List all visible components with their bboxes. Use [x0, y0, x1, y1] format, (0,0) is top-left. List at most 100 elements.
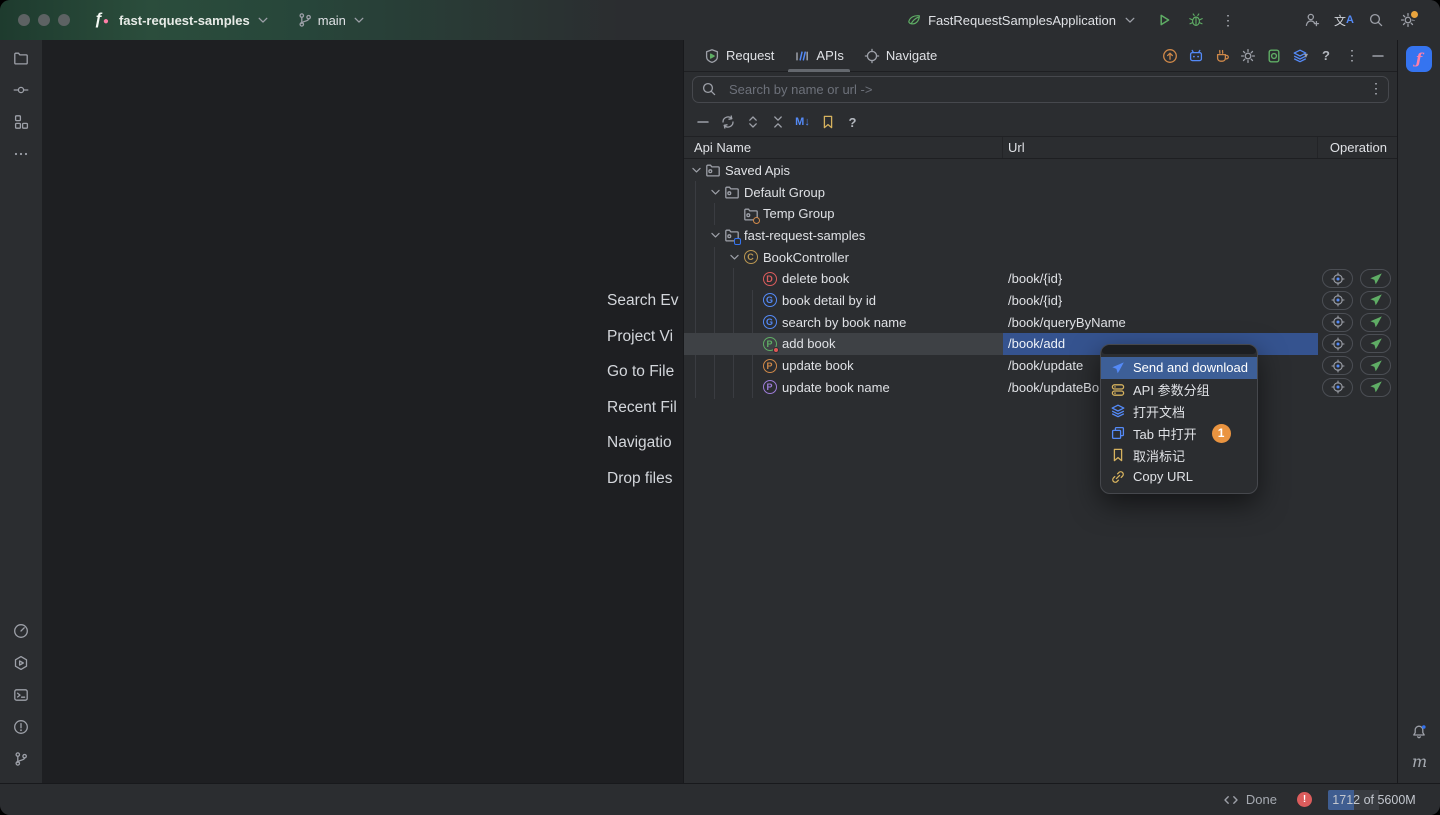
tree-row-api-book-detail-by-id[interactable]: Gbook detail by id/book/{id} [684, 290, 1397, 312]
search-input[interactable] [692, 76, 1389, 103]
tree-row-api-add-book[interactable]: Padd book/book/add [684, 333, 1397, 355]
menu-open-doc[interactable]: 打开文档 [1101, 401, 1257, 423]
url-cell[interactable]: /book/{id} [1003, 268, 1318, 290]
settings-button[interactable] [1392, 6, 1424, 34]
zoom-button[interactable] [58, 14, 70, 26]
more-tools[interactable] [0, 138, 42, 170]
help-button[interactable]: ? [840, 110, 865, 134]
url-cell[interactable] [1003, 181, 1318, 203]
robot-button[interactable] [1183, 43, 1209, 69]
tree-row-default-group[interactable]: Default Group [684, 181, 1397, 203]
more-actions-button[interactable]: ⋮ [1212, 6, 1244, 34]
send-button[interactable] [1360, 334, 1391, 354]
tree-row-api-update-book-name[interactable]: Pupdate book name/book/updateBo [684, 376, 1397, 398]
memory-indicator[interactable]: 1712 of 5600M [1328, 789, 1420, 810]
locate-button[interactable] [1322, 377, 1353, 397]
url-cell[interactable] [1003, 203, 1318, 225]
menu-open-in-tab[interactable]: Tab 中打开 1 [1101, 422, 1257, 444]
notifications-bell-icon[interactable] [1411, 724, 1427, 740]
version-control-tool[interactable] [0, 743, 42, 775]
commit-tool[interactable] [0, 74, 42, 106]
upload-button[interactable] [1157, 43, 1183, 69]
tree-row-api-update-book[interactable]: Pupdate book/book/update [684, 355, 1397, 377]
expand-chevron-icon[interactable] [708, 184, 723, 200]
coffee-button[interactable] [1209, 43, 1235, 69]
expand-all-button[interactable] [740, 110, 765, 134]
maven-tool-icon[interactable]: m [1412, 752, 1427, 771]
node-label: fast-request-samples [744, 227, 866, 243]
profiler-tool[interactable] [0, 615, 42, 647]
translate-button[interactable]: 文A [1328, 6, 1360, 34]
tab-apis[interactable]: APIs [784, 40, 853, 72]
bookmark-button[interactable] [815, 110, 840, 134]
close-button[interactable] [18, 14, 30, 26]
locate-button[interactable] [1322, 312, 1353, 332]
locate-button[interactable] [1322, 290, 1353, 310]
structure-tool[interactable] [0, 106, 42, 138]
send-button[interactable] [1360, 356, 1391, 376]
tab-request[interactable]: Request [694, 40, 784, 72]
help-button[interactable]: ? [1313, 43, 1339, 69]
send-button[interactable] [1360, 377, 1391, 397]
tree-row-api-delete-book[interactable]: Ddelete book/book/{id} [684, 268, 1397, 290]
menu-api-param-group[interactable]: API 参数分组 [1101, 379, 1257, 401]
layers-dropdown-button[interactable]: ▾ [1287, 43, 1313, 69]
menu-copy-url[interactable]: Copy URL [1101, 466, 1257, 488]
locate-button[interactable] [1322, 334, 1353, 354]
add-user-button[interactable] [1296, 6, 1328, 34]
send-button[interactable] [1360, 290, 1391, 310]
search-options-icon[interactable]: ⋮ [1369, 80, 1383, 97]
minimize-button[interactable] [38, 14, 50, 26]
operation-cell [1318, 376, 1397, 398]
settings-button[interactable] [1235, 43, 1261, 69]
tree-row-api-search-by-book-name[interactable]: Gsearch by book name/book/queryByName [684, 311, 1397, 333]
more-button[interactable]: ⋮ [1339, 43, 1365, 69]
run-button[interactable] [1148, 6, 1180, 34]
mobile-preview-button[interactable] [1261, 43, 1287, 69]
locate-button[interactable] [1322, 356, 1353, 376]
markdown-export-button[interactable]: M↓ [790, 110, 815, 134]
url-cell[interactable] [1003, 225, 1318, 247]
project-switcher[interactable]: fast-request-samples [119, 12, 271, 28]
git-branch-icon [297, 12, 313, 28]
tab-apis-icon [794, 48, 810, 64]
titlebar: ƒ● fast-request-samples main FastRequest… [0, 0, 1440, 40]
tree-row-book-controller[interactable]: C BookController [684, 246, 1397, 268]
hide-button[interactable] [1365, 43, 1391, 69]
search-everywhere-button[interactable] [1360, 6, 1392, 34]
branch-switcher[interactable]: main [297, 12, 367, 28]
error-indicator-icon[interactable]: ! [1297, 792, 1312, 807]
column-operation[interactable]: Operation [1318, 137, 1397, 158]
url-cell[interactable]: /book/queryByName [1003, 311, 1318, 333]
url-cell[interactable]: /book/{id} [1003, 290, 1318, 312]
refresh-button[interactable] [715, 110, 740, 134]
column-api-name[interactable]: Api Name [684, 137, 1003, 158]
column-url[interactable]: Url [1003, 137, 1318, 158]
expand-chevron-icon[interactable] [727, 249, 742, 265]
url-cell[interactable] [1003, 246, 1318, 268]
tab-navigate[interactable]: Navigate [854, 40, 947, 72]
collapse-all-button[interactable] [765, 110, 790, 134]
menu-cancel-mark[interactable]: 取消标记 [1101, 444, 1257, 466]
send-button[interactable] [1360, 269, 1391, 289]
tree-row-saved-apis[interactable]: Saved Apis [684, 160, 1397, 182]
run-configuration[interactable]: FastRequestSamplesApplication [906, 12, 1138, 28]
build-status-text: Done [1245, 792, 1277, 807]
problems-tool[interactable] [0, 711, 42, 743]
menu-send-and-download[interactable]: Send and download [1101, 357, 1257, 379]
send-button[interactable] [1360, 312, 1391, 332]
remove-button[interactable] [690, 110, 715, 134]
terminal-tool[interactable] [0, 679, 42, 711]
expand-chevron-icon[interactable] [708, 227, 723, 243]
tree-row-module-fast-request-samples[interactable]: fast-request-samples [684, 225, 1397, 247]
expand-chevron-icon[interactable] [689, 162, 704, 178]
locate-button[interactable] [1322, 269, 1353, 289]
remove-button-icon [695, 114, 711, 130]
fast-request-logo-icon[interactable]: ƒ [1406, 46, 1432, 72]
project-tool[interactable] [0, 42, 42, 74]
debug-button[interactable] [1180, 6, 1212, 34]
services-tool[interactable] [0, 647, 42, 679]
url-cell[interactable] [1003, 160, 1318, 182]
tree-row-temp-group[interactable]: Temp Group [684, 203, 1397, 225]
menu-grip[interactable] [1102, 345, 1256, 354]
